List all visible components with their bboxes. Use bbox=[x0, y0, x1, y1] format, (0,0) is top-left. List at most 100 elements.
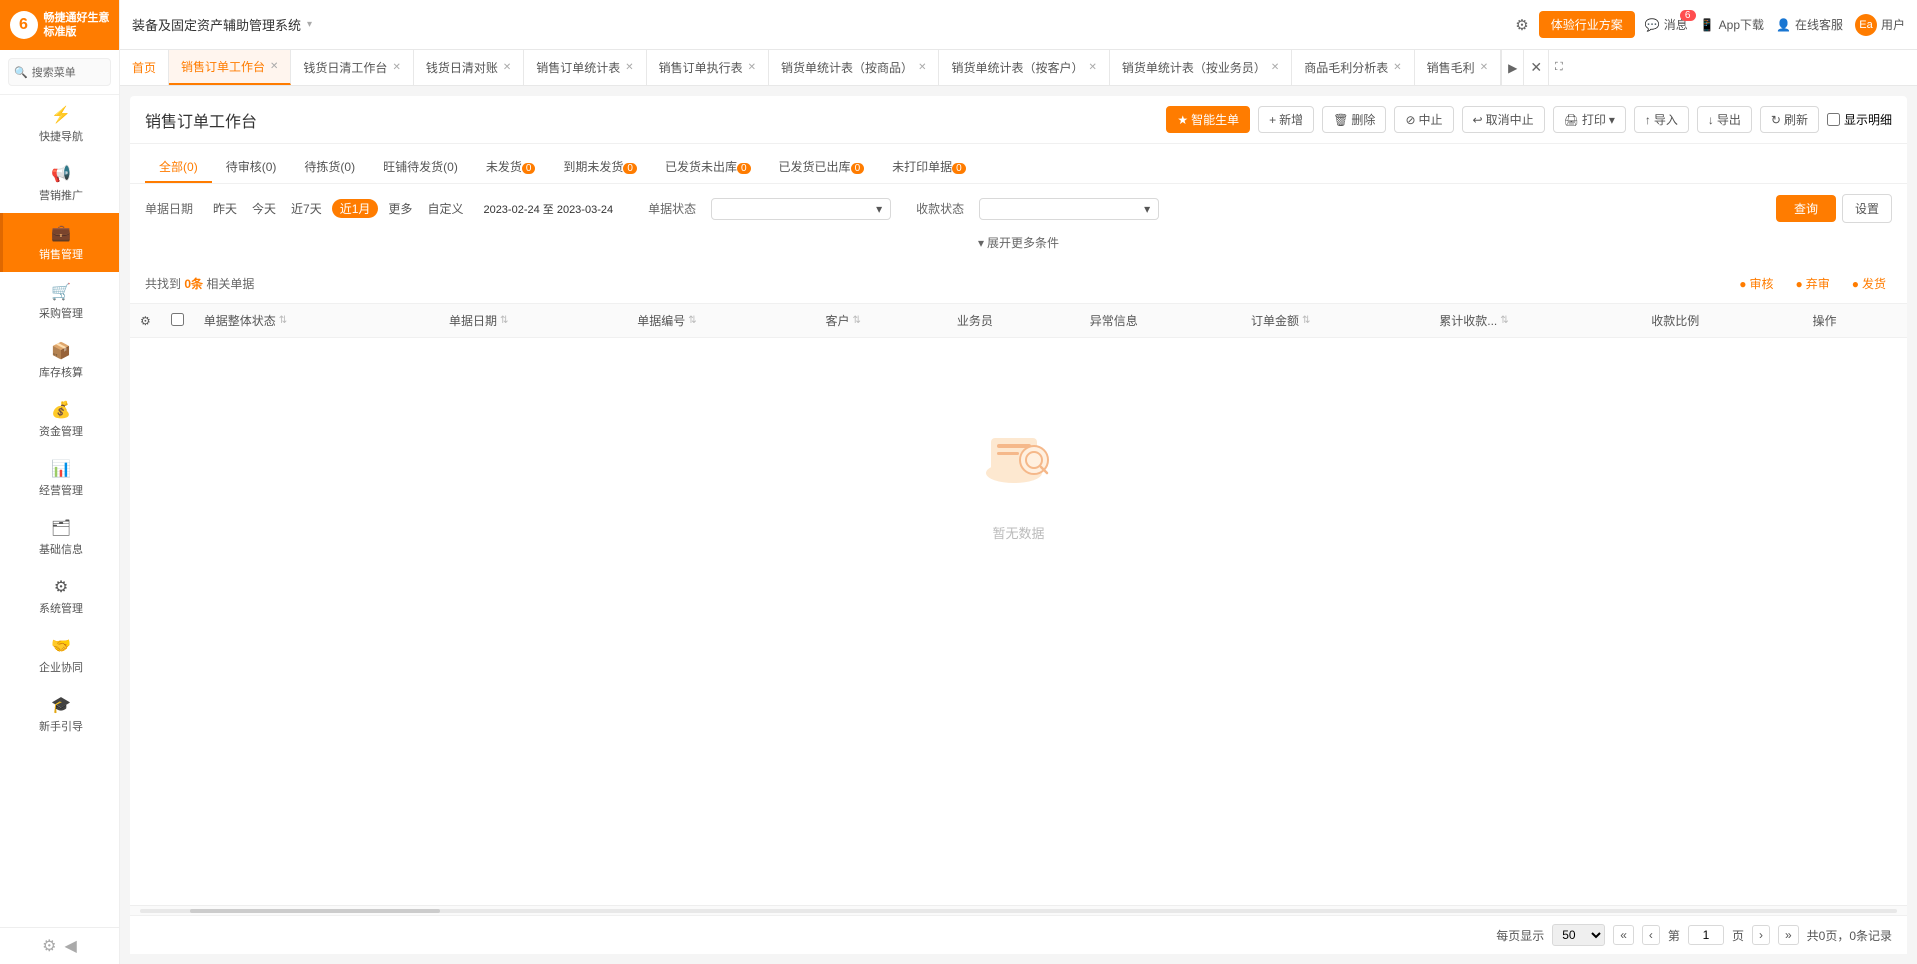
th-status[interactable]: 单据整体状态 ⇅ bbox=[194, 304, 439, 338]
app-download-button[interactable]: 📱 App下载 bbox=[1700, 16, 1764, 33]
add-button[interactable]: + 新增 bbox=[1258, 106, 1314, 133]
filter-tab-shipped-out[interactable]: 已发货已出库0 bbox=[765, 152, 879, 183]
th-exception[interactable]: 异常信息 bbox=[1080, 304, 1241, 338]
header-gear-button[interactable]: ⚙ bbox=[1515, 16, 1528, 34]
ship-button[interactable]: ● 发货 bbox=[1846, 272, 1892, 295]
filter-tab-expired[interactable]: 到期未发货0 bbox=[549, 152, 651, 183]
tab-sales-profit[interactable]: 销售毛利 ✕ bbox=[1415, 50, 1501, 85]
sidebar-search[interactable]: 🔍 搜索菜单 bbox=[0, 50, 119, 95]
sidebar-item-enterprise[interactable]: 🤝 企业协同 bbox=[0, 626, 119, 685]
date-opt-custom[interactable]: 自定义 bbox=[422, 198, 468, 219]
tab-close-icon[interactable]: ✕ bbox=[748, 62, 756, 73]
filter-setting-button[interactable]: 设置 bbox=[1842, 194, 1892, 223]
collapse-button[interactable]: ◀ bbox=[65, 936, 77, 956]
tab-close-icon[interactable]: ✕ bbox=[918, 62, 926, 73]
tab-sales-exec[interactable]: 销售订单执行表 ✕ bbox=[647, 50, 769, 85]
delete-button[interactable]: 🗑 删除 bbox=[1322, 106, 1386, 133]
filter-tab-pending-pickup[interactable]: 待拣货(0) bbox=[290, 152, 369, 183]
tab-close-icon[interactable]: ✕ bbox=[625, 62, 633, 73]
th-number[interactable]: 单据编号 ⇅ bbox=[627, 304, 815, 338]
tab-cash-reconcile[interactable]: 钱货日清对账 ✕ bbox=[414, 50, 524, 85]
filter-tab-wangpu[interactable]: 旺铺待发货(0) bbox=[369, 152, 472, 183]
page-size-select[interactable]: 50 10 20 100 bbox=[1552, 924, 1605, 946]
status-select[interactable]: ▾ bbox=[711, 198, 891, 220]
cancel-review-button[interactable]: ● 弃审 bbox=[1789, 272, 1835, 295]
print-button[interactable]: 🖨 打印 ▾ bbox=[1553, 106, 1626, 133]
filter-tab-shipped-not-out[interactable]: 已发货未出库0 bbox=[651, 152, 765, 183]
tab-sales-order[interactable]: 销售订单工作台 ✕ bbox=[169, 50, 291, 85]
query-button[interactable]: 查询 bbox=[1776, 195, 1836, 222]
tab-sales-stat[interactable]: 销售订单统计表 ✕ bbox=[524, 50, 646, 85]
filter-tab-not-shipped[interactable]: 未发货0 bbox=[472, 152, 550, 183]
th-ratio[interactable]: 收款比例 bbox=[1641, 304, 1802, 338]
filter-tab-all[interactable]: 全部(0) bbox=[145, 152, 212, 183]
settings-bottom-button[interactable]: ⚙ bbox=[42, 936, 56, 956]
th-gear[interactable]: ⚙ bbox=[130, 304, 161, 338]
import-button[interactable]: ↑ 导入 bbox=[1634, 106, 1689, 133]
date-opt-1month[interactable]: 近1月 bbox=[332, 199, 379, 218]
th-date[interactable]: 单据日期 ⇅ bbox=[439, 304, 627, 338]
sidebar-item-purchase[interactable]: 🛒 采购管理 bbox=[0, 272, 119, 331]
th-amount[interactable]: 订单金额 ⇅ bbox=[1241, 304, 1429, 338]
sidebar-item-sales[interactable]: 💼 销售管理 bbox=[0, 213, 119, 272]
export-button[interactable]: ↓ 导出 bbox=[1697, 106, 1752, 133]
search-menu-button[interactable]: 🔍 搜索菜单 bbox=[8, 58, 111, 86]
page-number-input[interactable] bbox=[1688, 925, 1724, 945]
filter-tab-pending-review[interactable]: 待审核(0) bbox=[212, 152, 291, 183]
date-opt-more[interactable]: 更多 bbox=[383, 198, 417, 219]
horizontal-scrollbar[interactable] bbox=[130, 905, 1907, 915]
tab-cash-daily[interactable]: 钱货日清工作台 ✕ bbox=[291, 50, 413, 85]
prev-page-button[interactable]: ‹ bbox=[1642, 925, 1660, 945]
next-page-button[interactable]: › bbox=[1752, 925, 1770, 945]
system-dropdown-icon[interactable]: ▾ bbox=[307, 19, 312, 30]
tab-close-all-button[interactable]: ✕ bbox=[1523, 50, 1548, 85]
tab-close-icon[interactable]: ✕ bbox=[1480, 62, 1488, 73]
tab-home[interactable]: 首页 bbox=[120, 50, 169, 85]
cancel-stop-button[interactable]: ↩ 取消中止 bbox=[1462, 106, 1545, 133]
tab-close-icon[interactable]: ✕ bbox=[270, 61, 278, 72]
th-received[interactable]: 累计收款... ⇅ bbox=[1429, 304, 1641, 338]
th-staff[interactable]: 业务员 bbox=[947, 304, 1080, 338]
sidebar-item-marketing[interactable]: 📢 营销推广 bbox=[0, 154, 119, 213]
tab-sales-summary-customer[interactable]: 销货单统计表（按客户） ✕ bbox=[939, 50, 1109, 85]
sidebar-item-finance[interactable]: 💰 资金管理 bbox=[0, 390, 119, 449]
th-checkbox[interactable] bbox=[161, 304, 194, 338]
message-button[interactable]: 💬 消息 6 bbox=[1645, 16, 1688, 33]
sidebar-item-system[interactable]: ⚙ 系统管理 bbox=[0, 567, 119, 626]
tab-close-icon[interactable]: ✕ bbox=[1088, 62, 1096, 73]
date-opt-yesterday[interactable]: 昨天 bbox=[208, 198, 242, 219]
date-opt-7days[interactable]: 近7天 bbox=[286, 198, 327, 219]
select-all-checkbox[interactable] bbox=[171, 313, 184, 326]
user-button[interactable]: Ea 用户 bbox=[1855, 14, 1905, 36]
tab-sales-summary-staff[interactable]: 销货单统计表（按业务员） ✕ bbox=[1110, 50, 1292, 85]
expand-conditions-button[interactable]: ▾ 展开更多条件 bbox=[978, 231, 1059, 254]
last-page-button[interactable]: » bbox=[1778, 925, 1799, 945]
tab-sales-summary-product[interactable]: 销货单统计表（按商品） ✕ bbox=[769, 50, 939, 85]
tab-fullscreen-button[interactable]: ⛶ bbox=[1548, 50, 1569, 85]
review-button[interactable]: ● 审核 bbox=[1733, 272, 1779, 295]
tab-product-profit[interactable]: 商品毛利分析表 ✕ bbox=[1292, 50, 1414, 85]
tab-close-icon[interactable]: ✕ bbox=[503, 62, 511, 73]
smart-create-button[interactable]: ★ 智能生单 bbox=[1166, 106, 1250, 133]
online-service-button[interactable]: 👤 在线客服 bbox=[1776, 16, 1843, 33]
sidebar-item-guide[interactable]: 🎓 新手引导 bbox=[0, 685, 119, 744]
tab-scroll-right-button[interactable]: ▶ bbox=[1501, 50, 1523, 85]
refresh-button[interactable]: ↻ 刷新 bbox=[1760, 106, 1819, 133]
scrollbar-thumb[interactable] bbox=[190, 909, 440, 913]
tab-close-icon[interactable]: ✕ bbox=[1393, 62, 1401, 73]
show-detail-checkbox-label[interactable]: 显示明细 bbox=[1827, 111, 1892, 128]
tab-close-icon[interactable]: ✕ bbox=[1271, 62, 1279, 73]
payment-select[interactable]: ▾ bbox=[979, 198, 1159, 220]
stop-button[interactable]: ⊘ 中止 bbox=[1394, 106, 1453, 133]
print-dropdown-icon[interactable]: ▾ bbox=[1609, 113, 1615, 127]
filter-tab-not-printed[interactable]: 未打印单据0 bbox=[878, 152, 980, 183]
sidebar-item-operations[interactable]: 📊 经营管理 bbox=[0, 449, 119, 508]
sidebar-item-inventory[interactable]: 📦 库存核算 bbox=[0, 331, 119, 390]
tab-close-icon[interactable]: ✕ bbox=[392, 62, 400, 73]
show-detail-checkbox[interactable] bbox=[1827, 113, 1840, 126]
sidebar-item-basics[interactable]: 🗂 基础信息 bbox=[0, 508, 119, 567]
sidebar-item-quick-nav[interactable]: ⚡ 快捷导航 bbox=[0, 95, 119, 154]
date-opt-today[interactable]: 今天 bbox=[247, 198, 281, 219]
industry-solution-button[interactable]: 体验行业方案 bbox=[1539, 11, 1635, 38]
th-customer[interactable]: 客户 ⇅ bbox=[816, 304, 947, 338]
